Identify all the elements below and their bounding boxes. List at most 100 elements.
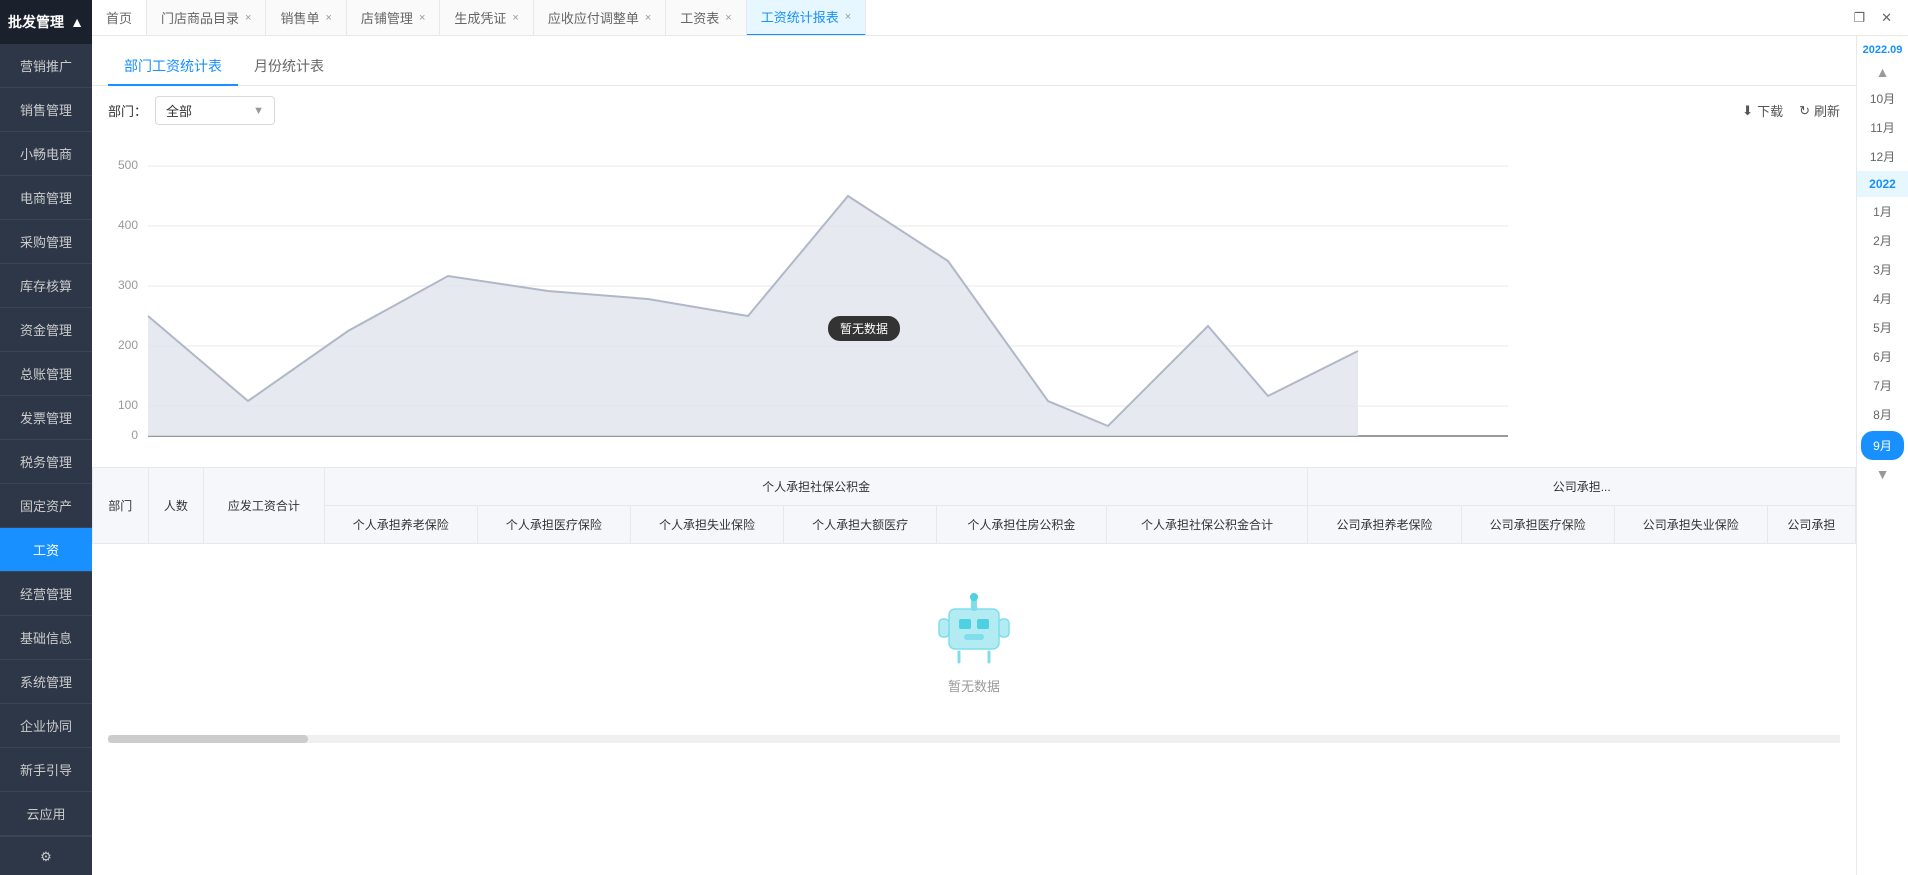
- tab-close-icon[interactable]: ×: [512, 12, 518, 24]
- sub-tab-部门工资统计表[interactable]: 部门工资统计表: [108, 48, 238, 86]
- sidebar: 批发管理 ▲ 营销推广销售管理小畅电商电商管理采购管理库存核算资金管理总账管理发…: [0, 0, 92, 875]
- page-content: 部门工资统计表月份统计表 部门： 全部 ▼ ⬇ 下载 ↻ 刷新: [92, 36, 1856, 875]
- download-icon: ⬇: [1742, 103, 1753, 119]
- sidebar-item-总账管理[interactable]: 总账管理: [0, 352, 92, 396]
- col-personal-bigmedical: 个人承担大额医疗: [784, 506, 937, 544]
- timeline-month-item[interactable]: 1月: [1857, 197, 1908, 226]
- chart-svg: 500 400 300 200 100 0: [108, 151, 1840, 451]
- timeline-month-item[interactable]: 5月: [1857, 313, 1908, 342]
- refresh-icon: ↻: [1799, 103, 1810, 119]
- col-personal-unemployment: 个人承担失业保险: [630, 506, 783, 544]
- tab-label: 门店商品目录: [161, 8, 239, 27]
- sidebar-toggle-icon[interactable]: ▲: [70, 14, 84, 30]
- col-company-other: 公司承担: [1767, 506, 1855, 544]
- tab-工资统计报表[interactable]: 工资统计报表 ×: [747, 0, 866, 36]
- current-date-label: 2022.09: [1857, 40, 1908, 60]
- tab-销售单[interactable]: 销售单×: [266, 0, 346, 36]
- col-company-unemployment: 公司承担失业保险: [1614, 506, 1767, 544]
- restore-button[interactable]: ❐: [1845, 6, 1873, 30]
- toolbar-right: ⬇ 下载 ↻ 刷新: [1742, 101, 1840, 120]
- scrollbar-thumb[interactable]: [108, 735, 308, 743]
- tab-label: 工资表: [680, 8, 719, 27]
- empty-row: 暂无数据: [93, 544, 1856, 736]
- sidebar-header[interactable]: 批发管理 ▲: [0, 0, 92, 44]
- col-total-wage: 应发工资合计: [204, 468, 325, 544]
- timeline-year-label[interactable]: 2022: [1857, 171, 1908, 197]
- tab-close-icon[interactable]: ×: [245, 12, 251, 24]
- col-count: 人数: [148, 468, 204, 544]
- svg-text:200: 200: [118, 338, 138, 352]
- empty-icon: [934, 584, 1014, 664]
- sidebar-item-企业协同[interactable]: 企业协同: [0, 704, 92, 748]
- tab-label: 应收应付调整单: [548, 8, 639, 27]
- timeline-up-arrow[interactable]: ▲: [1857, 60, 1908, 84]
- tab-生成凭证[interactable]: 生成凭证×: [440, 0, 533, 36]
- chart-area: 500 400 300 200 100 0: [92, 135, 1856, 467]
- sidebar-item-营销推广[interactable]: 营销推广: [0, 44, 92, 88]
- tab-门店商品目录[interactable]: 门店商品目录 ×: [147, 0, 266, 36]
- content-area: 部门工资统计表月份统计表 部门： 全部 ▼ ⬇ 下载 ↻ 刷新: [92, 36, 1908, 875]
- svg-text:500: 500: [118, 158, 138, 172]
- dept-select[interactable]: 全部 ▼: [155, 96, 275, 125]
- tab-close-icon[interactable]: ×: [325, 12, 331, 24]
- sidebar-item-库存核算[interactable]: 库存核算: [0, 264, 92, 308]
- sidebar-item-采购管理[interactable]: 采购管理: [0, 220, 92, 264]
- timeline-month-item[interactable]: 6月: [1857, 342, 1908, 371]
- sidebar-item-系统管理[interactable]: 系统管理: [0, 660, 92, 704]
- tab-close-icon[interactable]: ×: [725, 12, 731, 24]
- timeline-month-item[interactable]: 3月: [1857, 255, 1908, 284]
- sidebar-item-新手引导[interactable]: 新手引导: [0, 748, 92, 792]
- download-button[interactable]: ⬇ 下载: [1742, 101, 1783, 120]
- timeline-month-item[interactable]: 10月: [1857, 84, 1908, 113]
- settings-icon: ⚙: [40, 849, 52, 864]
- sidebar-item-电商管理[interactable]: 电商管理: [0, 176, 92, 220]
- tab-close-icon[interactable]: ×: [645, 12, 651, 24]
- timeline-month-item[interactable]: 12月: [1857, 142, 1908, 171]
- timeline-month-active[interactable]: 9月: [1861, 431, 1904, 460]
- tab-店铺管理[interactable]: 店铺管理 ×: [347, 0, 440, 36]
- col-company-pension: 公司承担养老保险: [1308, 506, 1461, 544]
- refresh-button[interactable]: ↻ 刷新: [1799, 101, 1840, 120]
- sidebar-item-资金管理[interactable]: 资金管理: [0, 308, 92, 352]
- tab-close-icon[interactable]: ×: [845, 11, 851, 23]
- chevron-down-icon: ▼: [253, 105, 264, 117]
- empty-state: 暂无数据: [93, 544, 1856, 735]
- close-button[interactable]: ✕: [1873, 6, 1900, 30]
- sidebar-item-基础信息[interactable]: 基础信息: [0, 616, 92, 660]
- svg-text:400: 400: [118, 218, 138, 232]
- sidebar-item-税务管理[interactable]: 税务管理: [0, 440, 92, 484]
- svg-text:100: 100: [118, 398, 138, 412]
- tab-close-icon[interactable]: ×: [419, 12, 425, 24]
- col-group-company: 公司承担...: [1308, 468, 1856, 506]
- timeline-month-item[interactable]: 8月: [1857, 400, 1908, 429]
- sidebar-item-云应用[interactable]: 云应用: [0, 792, 92, 836]
- sidebar-item-小畅电商[interactable]: 小畅电商: [0, 132, 92, 176]
- horizontal-scrollbar[interactable]: [108, 735, 1840, 743]
- window-controls: ❐ ✕: [1845, 6, 1908, 30]
- tab-label: 店铺管理: [361, 8, 413, 27]
- sidebar-item-工资[interactable]: 工资: [0, 528, 92, 572]
- timeline-month-item[interactable]: 2月: [1857, 226, 1908, 255]
- tab-label: 首页: [106, 8, 132, 27]
- timeline-month-item[interactable]: 7月: [1857, 371, 1908, 400]
- timeline-month-item[interactable]: 4月: [1857, 284, 1908, 313]
- chart-container: 500 400 300 200 100 0: [108, 151, 1840, 451]
- tab-label: 工资统计报表: [761, 7, 839, 26]
- sidebar-footer-settings[interactable]: ⚙: [0, 836, 92, 875]
- sidebar-item-经营管理[interactable]: 经营管理: [0, 572, 92, 616]
- tab-应收应付调整单[interactable]: 应收应付调整单 ×: [534, 0, 666, 36]
- timeline-down-arrow[interactable]: ▼: [1857, 462, 1908, 486]
- sidebar-item-销售管理[interactable]: 销售管理: [0, 88, 92, 132]
- sub-tab-月份统计表[interactable]: 月份统计表: [238, 48, 340, 86]
- tab-bar: 首页门店商品目录×销售单×店铺管理×生成凭证×应收应付调整单×工资表×工资统计报…: [92, 0, 1908, 36]
- tab-首页[interactable]: 首页: [92, 0, 147, 36]
- timeline-month-item[interactable]: 11月: [1857, 113, 1908, 142]
- col-company-medical: 公司承担医疗保险: [1461, 506, 1614, 544]
- table-area[interactable]: 部门 人数 应发工资合计 个人承担社保公积金 公司承担... 个人承担养老保险 …: [92, 467, 1856, 875]
- tab-工资表[interactable]: 工资表 ×: [666, 0, 746, 36]
- sidebar-item-固定资产[interactable]: 固定资产: [0, 484, 92, 528]
- sidebar-item-发票管理[interactable]: 发票管理: [0, 396, 92, 440]
- svg-text:0: 0: [131, 428, 138, 442]
- sidebar-title: 批发管理: [8, 12, 64, 32]
- svg-text:300: 300: [118, 278, 138, 292]
